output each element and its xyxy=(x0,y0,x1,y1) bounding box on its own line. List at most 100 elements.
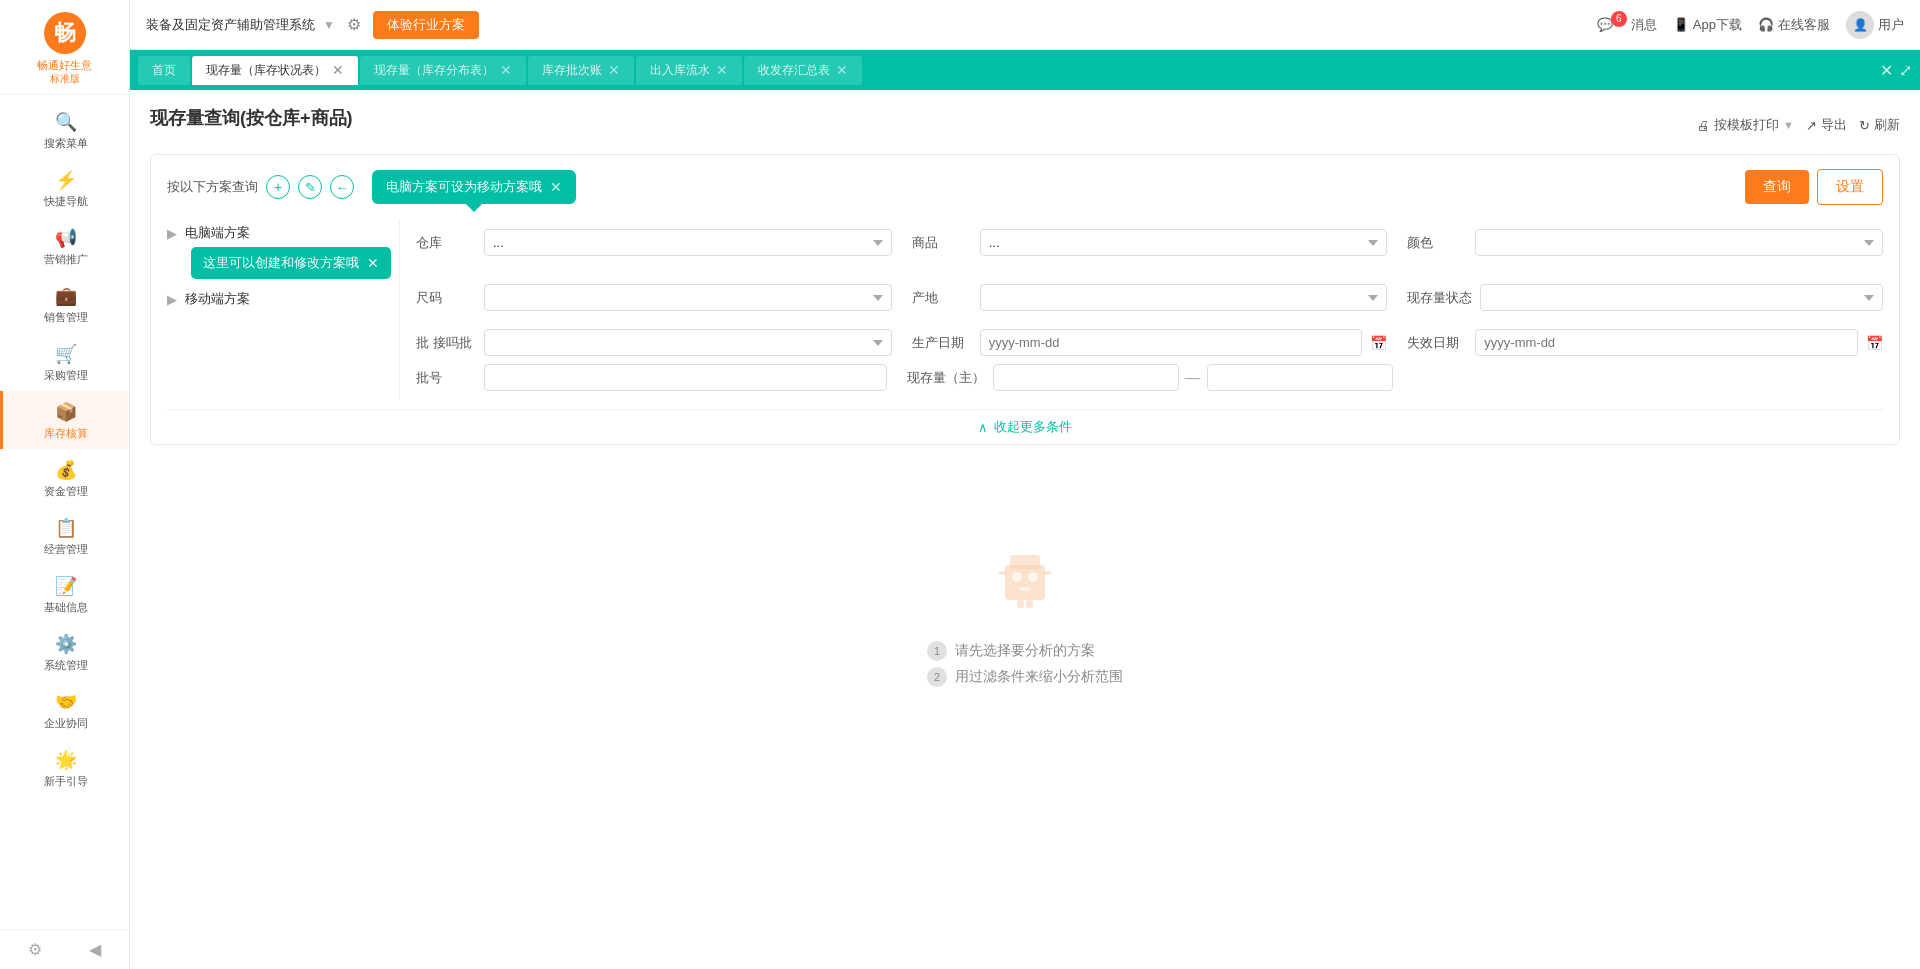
size-select[interactable] xyxy=(484,284,892,311)
tab-home-label: 首页 xyxy=(152,62,176,79)
main-area: 装备及固定资产辅助管理系统 ▼ ⚙ 体验行业方案 💬 6 消息 📱 App下载 … xyxy=(130,0,1920,969)
calendar-icon[interactable]: 📅 xyxy=(1370,335,1387,351)
sidebar-item-basic[interactable]: 📝 基础信息 xyxy=(0,565,129,623)
filter-inv-status: 现存量状态 xyxy=(1407,284,1883,311)
filter-section: 按以下方案查询 + ✎ ← 电脑方案可设为移动方案哦 ✕ 查询 设置 xyxy=(150,154,1900,445)
filter-toolbar-row: 按以下方案查询 + ✎ ← 电脑方案可设为移动方案哦 ✕ 查询 设置 xyxy=(167,169,1883,205)
prod-date-input[interactable] xyxy=(980,329,1363,356)
system-selector[interactable]: 装备及固定资产辅助管理系统 ▼ xyxy=(146,16,335,34)
user-icon: 👤 xyxy=(1853,18,1868,32)
sidebar-item-system[interactable]: ⚙️ 系统管理 xyxy=(0,623,129,681)
empty-step-2: 2 用过滤条件来缩小分析范围 xyxy=(927,667,1123,687)
sidebar-item-sales[interactable]: 💼 销售管理 xyxy=(0,275,129,333)
app-download-btn[interactable]: 📱 App下载 xyxy=(1673,16,1742,34)
step-1-text: 请先选择要分析的方案 xyxy=(955,642,1095,660)
logo-sub: 标准版 xyxy=(50,72,80,86)
filter-warehouse: 仓库 ... xyxy=(416,229,892,256)
sidebar-settings-btn[interactable]: ⚙ xyxy=(28,940,42,959)
scheme-desktop-row[interactable]: ▶ 电脑端方案 xyxy=(167,219,391,247)
online-support-btn[interactable]: 🎧 在线客服 xyxy=(1758,16,1830,34)
settings-gear-icon[interactable]: ⚙ xyxy=(347,15,361,34)
system-icon: ⚙️ xyxy=(55,633,77,655)
trial-button[interactable]: 体验行业方案 xyxy=(373,11,479,39)
sidebar-item-purchase[interactable]: 🛒 采购管理 xyxy=(0,333,129,391)
sidebar-item-ops[interactable]: 📋 经营管理 xyxy=(0,507,129,565)
prod-date-label: 生产日期 xyxy=(912,334,972,352)
batch-select[interactable] xyxy=(484,329,892,356)
sidebar-item-quicknav[interactable]: ⚡ 快捷导航 xyxy=(0,159,129,217)
reset-button[interactable]: 设置 xyxy=(1817,169,1883,205)
print-template-btn[interactable]: 🖨 按模板打印 ▼ xyxy=(1697,116,1794,134)
scheme-mobile-row[interactable]: ▶ 移动端方案 xyxy=(167,285,391,313)
scheme-desktop-label: 电脑端方案 xyxy=(185,224,250,242)
collab-icon: 🤝 xyxy=(55,691,77,713)
inv-status-select[interactable] xyxy=(1480,284,1883,311)
refresh-btn[interactable]: ↻ 刷新 xyxy=(1859,116,1900,134)
origin-select[interactable] xyxy=(980,284,1388,311)
sidebar-item-finance[interactable]: 💰 资金管理 xyxy=(0,449,129,507)
filter-size: 尺码 xyxy=(416,284,892,311)
filter-batch: 批 接吗批 xyxy=(416,329,892,356)
scheme-sub-tooltip: 这里可以创建和修改方案哦 ✕ xyxy=(191,247,391,279)
empty-step-1: 1 请先选择要分析的方案 xyxy=(927,641,1123,661)
sidebar-label-search: 搜索菜单 xyxy=(44,136,88,151)
sidebar-label-ops: 经营管理 xyxy=(44,542,88,557)
chevron-right-icon: ▶ xyxy=(167,292,177,307)
back-scheme-btn[interactable]: ← xyxy=(330,175,354,199)
scheme-sub-tooltip-close[interactable]: ✕ xyxy=(367,255,379,271)
sidebar-item-inventory[interactable]: 📦 库存核算 xyxy=(0,391,129,449)
qty-min-input[interactable] xyxy=(993,364,1179,391)
tab-in-out-flow[interactable]: 出入库流水 ✕ xyxy=(636,56,742,85)
logo-area: 畅 畅通好生意 标准版 xyxy=(0,0,129,95)
sidebar-item-marketing[interactable]: 📢 营销推广 xyxy=(0,217,129,275)
user-btn[interactable]: 👤 用户 xyxy=(1846,11,1904,39)
qty-max-input[interactable] xyxy=(1207,364,1393,391)
filter-origin: 产地 xyxy=(912,284,1388,311)
tab-batch-account[interactable]: 库存批次账 ✕ xyxy=(528,56,634,85)
tab-close-icon[interactable]: ✕ xyxy=(332,62,344,78)
user-label: 用户 xyxy=(1878,16,1904,34)
marketing-icon: 📢 xyxy=(55,227,77,249)
expand-btn[interactable]: ⤢ xyxy=(1899,61,1912,80)
search-button[interactable]: 查询 xyxy=(1745,170,1809,204)
qty-range: — xyxy=(993,364,1393,391)
tab-inventory-dist[interactable]: 现存量（库存分布表） ✕ xyxy=(360,56,526,85)
export-btn[interactable]: ↗ 导出 xyxy=(1806,116,1847,134)
exp-date-input[interactable] xyxy=(1475,329,1858,356)
tab-close-icon[interactable]: ✕ xyxy=(716,62,728,78)
sidebar-bottom: ⚙ ◀ xyxy=(0,929,129,969)
filter-exp-date: 失效日期 📅 xyxy=(1407,329,1883,356)
tab-home[interactable]: 首页 xyxy=(138,56,190,85)
tab-in-out-flow-label: 出入库流水 xyxy=(650,62,710,79)
warehouse-select[interactable]: ... xyxy=(484,229,892,256)
add-scheme-btn[interactable]: + xyxy=(266,175,290,199)
color-select[interactable] xyxy=(1475,229,1883,256)
edit-scheme-btn[interactable]: ✎ xyxy=(298,175,322,199)
page-title: 现存量查询(按仓库+商品) xyxy=(150,106,353,130)
calendar-icon2[interactable]: 📅 xyxy=(1866,335,1883,351)
close-all-tabs-btn[interactable]: ✕ xyxy=(1880,61,1893,80)
sidebar-item-search[interactable]: 🔍 搜索菜单 xyxy=(0,101,129,159)
lot-input[interactable] xyxy=(484,364,887,391)
tab-close-icon[interactable]: ✕ xyxy=(500,62,512,78)
filter-prod-date: 生产日期 📅 xyxy=(912,329,1388,356)
chevron-down-icon: ▼ xyxy=(323,18,335,32)
sidebar-item-guide[interactable]: 🌟 新手引导 xyxy=(0,739,129,797)
sidebar-collapse-btn[interactable]: ◀ xyxy=(89,940,101,959)
notification-btn[interactable]: 💬 6 消息 xyxy=(1597,16,1657,34)
scheme-tooltip-close[interactable]: ✕ xyxy=(550,179,562,195)
collapse-bar[interactable]: ∧ 收起更多条件 xyxy=(167,409,1883,444)
size-label: 尺码 xyxy=(416,289,476,307)
sidebar-item-collab[interactable]: 🤝 企业协同 xyxy=(0,681,129,739)
tab-recv-summary-label: 收发存汇总表 xyxy=(758,62,830,79)
goods-select[interactable]: ... xyxy=(980,229,1388,256)
sidebar-label-inventory: 库存核算 xyxy=(44,426,88,441)
tab-inventory-status[interactable]: 现存量（库存状况表） ✕ xyxy=(192,56,358,85)
tab-close-icon[interactable]: ✕ xyxy=(608,62,620,78)
inv-status-label: 现存量状态 xyxy=(1407,289,1472,307)
tab-recv-summary[interactable]: 收发存汇总表 ✕ xyxy=(744,56,862,85)
tab-close-icon[interactable]: ✕ xyxy=(836,62,848,78)
scheme-sub-tooltip-text: 这里可以创建和修改方案哦 xyxy=(203,254,359,272)
export-icon: ↗ xyxy=(1806,118,1817,133)
sidebar-label-collab: 企业协同 xyxy=(44,716,88,731)
